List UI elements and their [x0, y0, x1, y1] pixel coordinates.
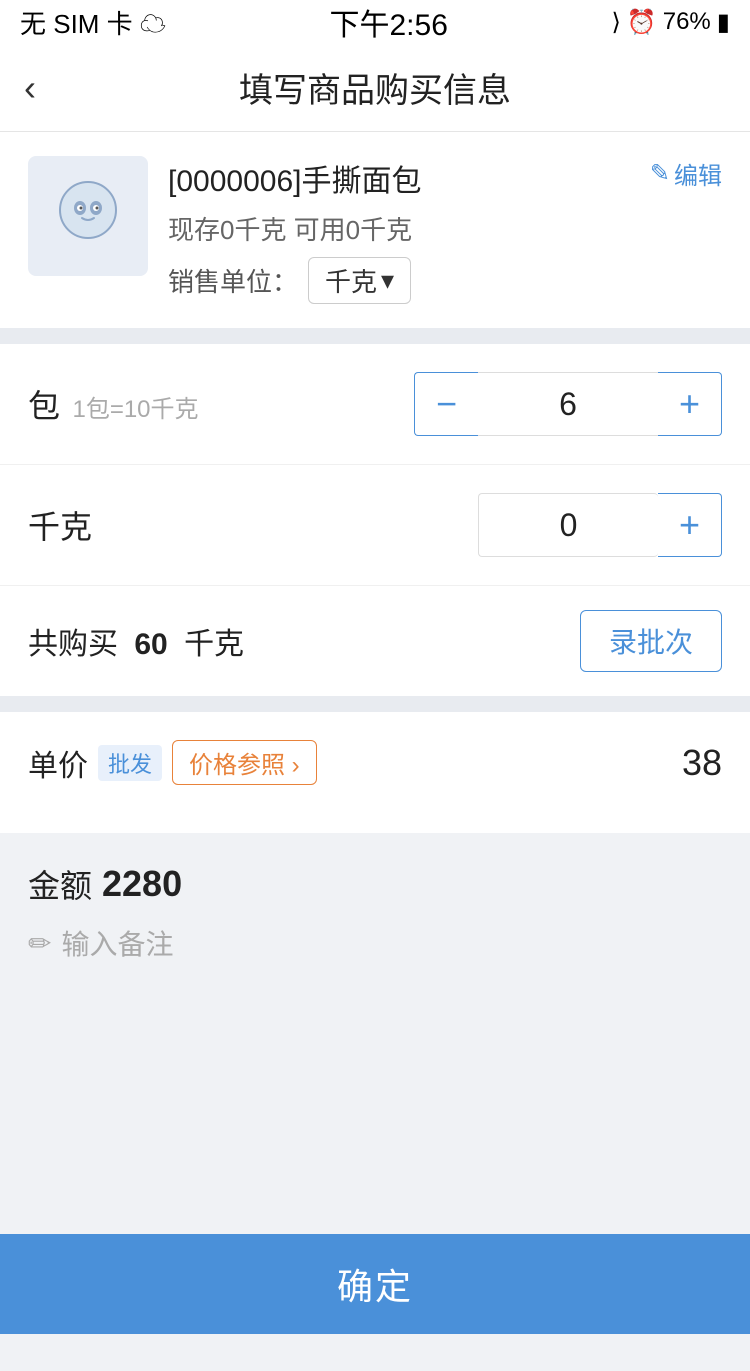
price-ref-button[interactable]: 价格参照 › — [172, 740, 317, 785]
amount-value: 2280 — [102, 863, 182, 905]
remark-placeholder: 输入备注 — [61, 923, 173, 963]
amount-section: 金额 2280 ✏ 输入备注 — [0, 833, 750, 991]
unit-label: 销售单位： — [168, 262, 298, 299]
product-thumbnail — [28, 156, 148, 276]
bao-plus-button[interactable]: + — [658, 372, 722, 436]
edit-icon: ✎ — [650, 159, 670, 188]
status-left: 无 SIM 卡 ☁ — [20, 4, 166, 41]
bao-controls: − + — [414, 372, 722, 436]
kg-quantity-input[interactable] — [478, 493, 658, 557]
bao-quantity-row: 包 1包=10千克 − + — [0, 344, 750, 465]
divider-2 — [0, 696, 750, 712]
edit-label: 编辑 — [674, 156, 722, 191]
remark-row[interactable]: ✏ 输入备注 — [28, 923, 722, 963]
total-prefix: 共购买 — [28, 628, 118, 661]
bao-minus-button[interactable]: − — [414, 372, 478, 436]
total-text: 共购买 60 千克 — [28, 619, 244, 663]
total-unit: 千克 — [184, 628, 244, 661]
price-value: 38 — [682, 742, 722, 784]
pifa-badge: 批发 — [98, 745, 162, 781]
kg-quantity-row: 千克 + — [0, 465, 750, 586]
quantity-section: 包 1包=10千克 − + 千克 + — [0, 344, 750, 586]
battery-icon: ▮ — [717, 8, 730, 37]
unit-value: 千克 — [325, 262, 377, 299]
total-row: 共购买 60 千克 录批次 — [0, 586, 750, 696]
bao-label-group: 包 1包=10千克 — [28, 381, 414, 427]
bao-sub-label: 1包=10千克 — [72, 396, 198, 423]
product-name: [0000006]手撕面包 — [168, 156, 421, 200]
product-info: [0000006]手撕面包 ✎ 编辑 现存0千克 可用0千克 销售单位： 千克 … — [168, 156, 722, 304]
kg-label: 千克 — [28, 509, 92, 545]
nav-bar: ‹ 填写商品购买信息 — [0, 44, 750, 132]
empty-area — [0, 991, 750, 1271]
unit-arrow-icon: ▾ — [381, 265, 394, 296]
unit-select[interactable]: 千克 ▾ — [308, 257, 411, 304]
battery-label: 76% — [663, 8, 711, 36]
unit-row: 销售单位： 千克 ▾ — [168, 257, 722, 304]
price-label: 单价 — [28, 741, 88, 785]
page-title: 填写商品购买信息 — [239, 63, 511, 112]
kg-label-group: 千克 — [28, 502, 478, 548]
bao-label: 包 — [28, 388, 60, 424]
amount-label: 金额 — [28, 861, 92, 907]
product-thumb-icon — [58, 180, 118, 252]
status-time: 下午2:56 — [329, 0, 447, 44]
status-bar: 无 SIM 卡 ☁ 下午2:56 ⟩ ⏰ 76% ▮ — [0, 0, 750, 44]
edit-button[interactable]: ✎ 编辑 — [650, 156, 722, 191]
divider-1 — [0, 328, 750, 344]
sim-label: 无 SIM 卡 ☁ — [20, 4, 166, 41]
back-button[interactable]: ‹ — [24, 67, 36, 109]
remark-icon: ✏ — [28, 927, 51, 960]
price-label-group: 单价 批发 价格参照 › — [28, 740, 317, 785]
kg-plus-button[interactable]: + — [658, 493, 722, 557]
batch-button[interactable]: 录批次 — [580, 610, 722, 672]
total-amount: 60 — [134, 628, 167, 661]
price-section: 单价 批发 价格参照 › 38 — [0, 712, 750, 833]
confirm-button[interactable]: 确定 — [0, 1234, 750, 1334]
amount-row: 金额 2280 — [28, 861, 722, 907]
location-icon: ⟩ — [611, 8, 620, 37]
kg-controls: + — [478, 493, 722, 557]
status-right: ⟩ ⏰ 76% ▮ — [611, 8, 730, 37]
product-stock: 现存0千克 可用0千克 — [168, 210, 722, 247]
alarm-icon: ⏰ — [627, 8, 657, 37]
bao-quantity-input[interactable] — [478, 372, 658, 436]
product-card: [0000006]手撕面包 ✎ 编辑 现存0千克 可用0千克 销售单位： 千克 … — [0, 132, 750, 328]
price-row: 单价 批发 价格参照 › 38 — [28, 740, 722, 785]
